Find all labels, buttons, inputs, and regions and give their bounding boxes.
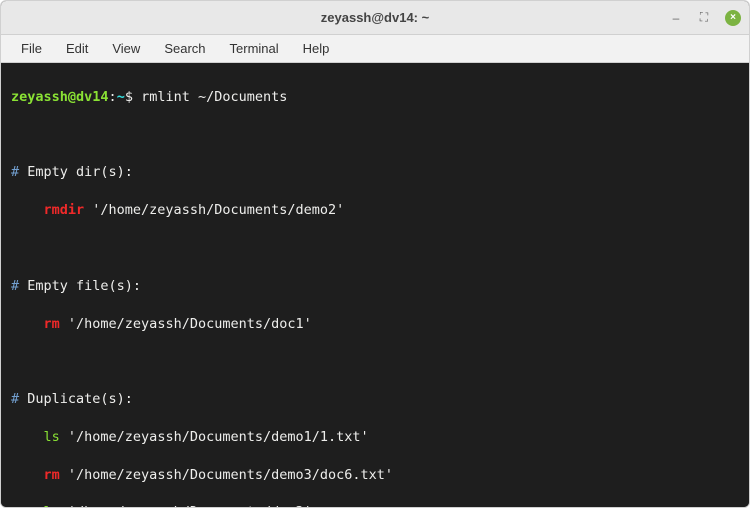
ls-path: '/home/zeyassh/Documents/demo1/1.txt' (60, 429, 369, 445)
prompt-cwd: ~ (117, 89, 125, 105)
ls-cmd: ls (11, 429, 60, 445)
section-hash: # (11, 164, 19, 180)
prompt-sep: : (109, 89, 117, 105)
menu-file[interactable]: File (11, 37, 52, 60)
prompt-userhost: zeyassh@dv14 (11, 89, 109, 105)
titlebar: zeyassh@dv14: ~ – ⛶ × (1, 1, 749, 35)
rm-path: '/home/zeyassh/Documents/doc1' (60, 316, 312, 332)
terminal-window: zeyassh@dv14: ~ – ⛶ × File Edit View Sea… (0, 0, 750, 508)
rm-cmd: rm (11, 467, 60, 483)
command-1: rmlint ~/Documents (141, 89, 287, 105)
section-emptyfiles: Empty file(s): (19, 278, 141, 294)
terminal-area[interactable]: zeyassh@dv14:~$ rmlint ~/Documents # Emp… (1, 63, 749, 507)
menu-search[interactable]: Search (154, 37, 215, 60)
maximize-button[interactable]: ⛶ (697, 11, 711, 25)
window-title: zeyassh@dv14: ~ (321, 10, 429, 25)
section-dups: Duplicate(s): (19, 391, 133, 407)
prompt-sigil: $ (125, 89, 141, 105)
close-button[interactable]: × (725, 10, 741, 26)
window-controls: – ⛶ × (669, 10, 741, 26)
menu-view[interactable]: View (102, 37, 150, 60)
section-emptydirs: Empty dir(s): (19, 164, 133, 180)
menu-terminal[interactable]: Terminal (220, 37, 289, 60)
rmdir-cmd: rmdir (11, 202, 84, 218)
section-hash: # (11, 278, 19, 294)
ls-cmd: ls (11, 504, 60, 507)
rm-path: '/home/zeyassh/Documents/demo3/doc6.txt' (60, 467, 393, 483)
menu-help[interactable]: Help (293, 37, 340, 60)
section-hash: # (11, 391, 19, 407)
rmdir-path: '/home/zeyassh/Documents/demo2' (84, 202, 344, 218)
minimize-button[interactable]: – (669, 11, 683, 25)
rm-cmd: rm (11, 316, 60, 332)
menu-edit[interactable]: Edit (56, 37, 98, 60)
menubar: File Edit View Search Terminal Help (1, 35, 749, 63)
ls-path: '/home/zeyassh/Documents/doc3' (60, 504, 312, 507)
